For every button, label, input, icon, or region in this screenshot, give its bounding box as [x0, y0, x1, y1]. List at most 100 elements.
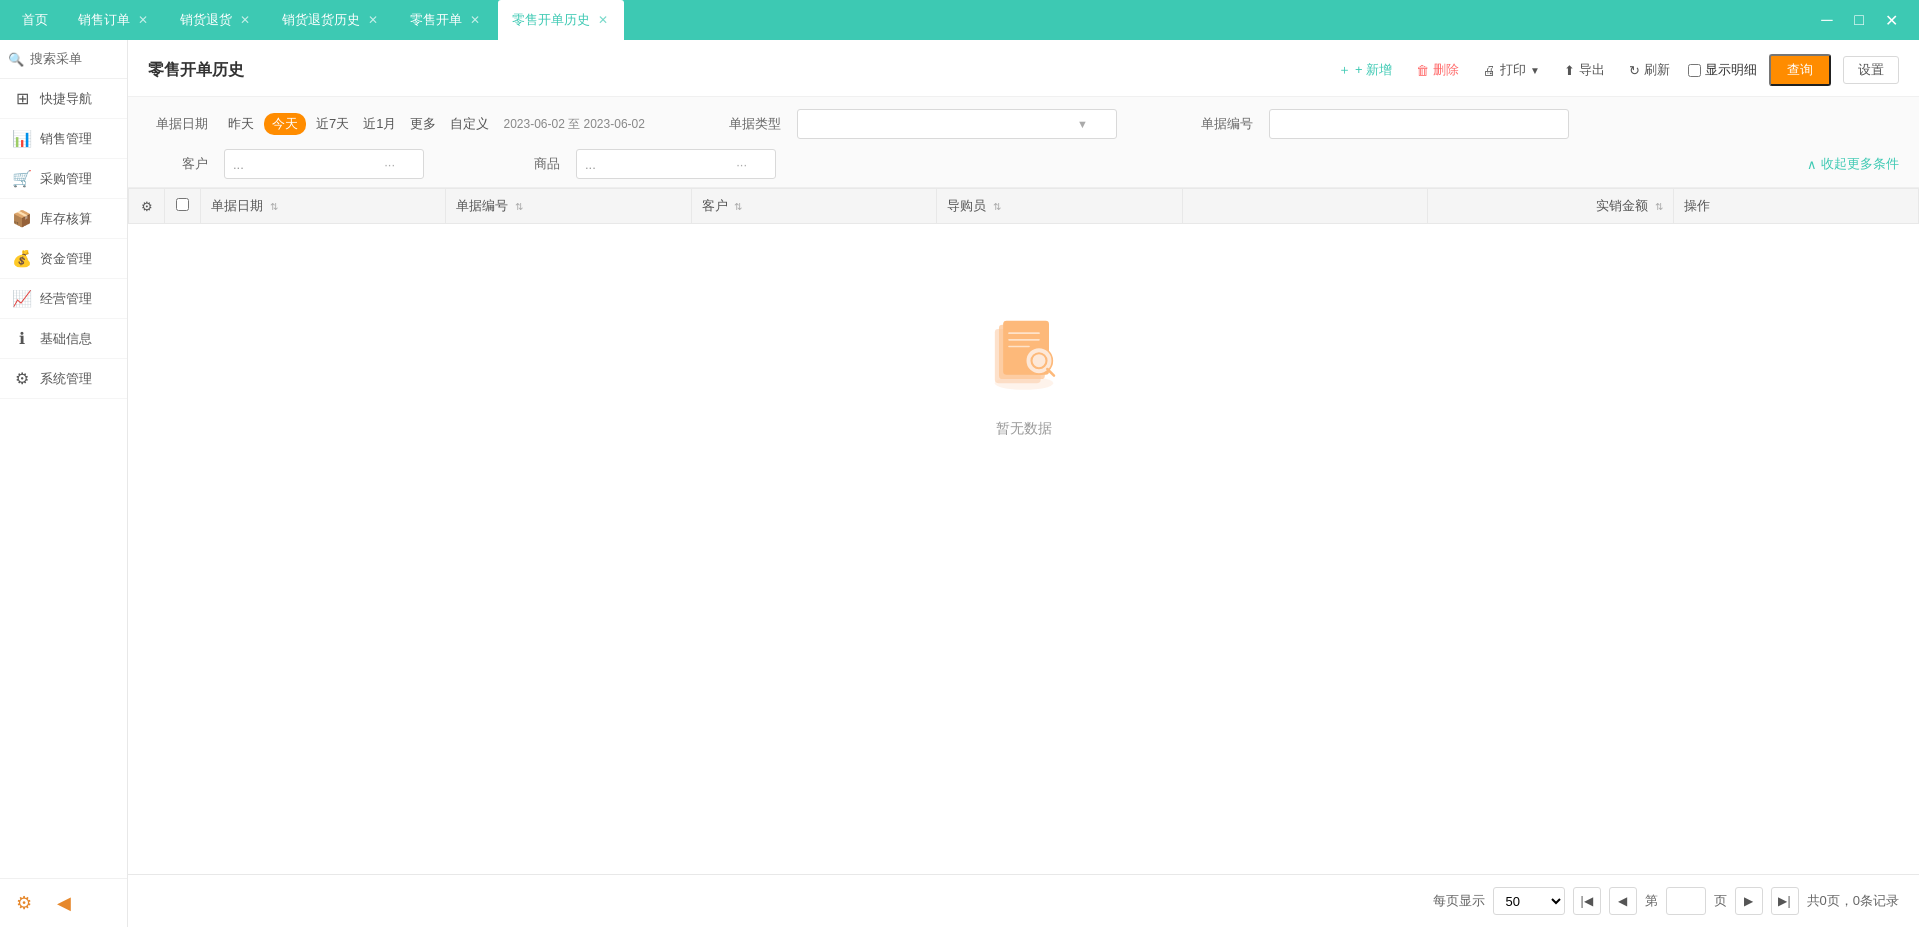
settings-button[interactable]: 设置: [1843, 56, 1899, 84]
sidebar-item-quick-nav[interactable]: ⊞ 快捷导航: [0, 79, 127, 119]
sort-guide-icon: ⇅: [993, 201, 1001, 212]
tab-sales-order[interactable]: 销售订单 ✕: [64, 0, 164, 40]
empty-text: 暂无数据: [996, 420, 1052, 438]
customer-label: 客户: [148, 155, 208, 173]
col-no[interactable]: 单据编号 ⇅: [446, 189, 691, 224]
display-detail-toggle[interactable]: 显示明细: [1688, 61, 1757, 79]
col-guide[interactable]: 导购员 ⇅: [937, 189, 1182, 224]
customer-select[interactable]: ... ···: [224, 149, 424, 179]
tab-sales-return-history-close[interactable]: ✕: [366, 13, 380, 27]
sort-amount-icon: ⇅: [1655, 201, 1663, 212]
export-icon: ⬆: [1564, 63, 1575, 78]
col-amount[interactable]: 实销金额 ⇅: [1428, 189, 1673, 224]
col-checkbox[interactable]: [165, 189, 201, 224]
page-unit: 页: [1714, 892, 1727, 910]
sort-no-icon: ⇅: [515, 201, 523, 212]
tab-home[interactable]: 首页: [8, 0, 62, 40]
last-page-button[interactable]: ▶|: [1771, 887, 1799, 915]
delete-button[interactable]: 🗑 删除: [1410, 58, 1465, 82]
sidebar-item-inventory[interactable]: 📦 库存核算: [0, 199, 127, 239]
total-info: 共0页，0条记录: [1807, 892, 1899, 910]
sidebar-settings-button[interactable]: ⚙: [8, 887, 40, 919]
inventory-icon: 📦: [12, 209, 32, 228]
collapse-button[interactable]: ∧ 收起更多条件: [1807, 155, 1899, 173]
sales-icon: 📊: [12, 129, 32, 148]
maximize-button[interactable]: □: [1847, 8, 1871, 32]
col-customer[interactable]: 客户 ⇅: [691, 189, 936, 224]
sidebar-item-basic-info[interactable]: ℹ 基础信息: [0, 319, 127, 359]
filter-section: 单据日期 昨天 今天 近7天 近1月 更多 自定义 2023-06-02 至 2…: [128, 97, 1919, 188]
delete-icon: 🗑: [1416, 63, 1429, 78]
page-title: 零售开单历史: [148, 60, 244, 81]
doc-no-input[interactable]: [1269, 109, 1569, 139]
tab-bar: 首页 销售订单 ✕ 销货退货 ✕ 销货退货历史 ✕ 零售开单 ✕ 零售开单历史 …: [8, 0, 1815, 40]
product-select[interactable]: ... ···: [576, 149, 776, 179]
query-button[interactable]: 查询: [1769, 54, 1831, 86]
date-today[interactable]: 今天: [264, 113, 306, 135]
empty-illustration: [974, 304, 1074, 404]
sidebar-bottom: ⚙ ◀: [0, 878, 127, 927]
doc-type-select[interactable]: ▼: [797, 109, 1117, 139]
sidebar-item-purchase-mgmt[interactable]: 🛒 采购管理: [0, 159, 127, 199]
sidebar-collapse-button[interactable]: ◀: [48, 887, 80, 919]
date-label: 单据日期: [148, 115, 208, 133]
tab-retail-open-history-close[interactable]: ✕: [596, 13, 610, 27]
collapse-icon: ∧: [1807, 157, 1817, 172]
per-page-label: 每页显示: [1433, 892, 1485, 910]
display-detail-checkbox[interactable]: [1688, 64, 1701, 77]
col-settings[interactable]: ⚙: [129, 189, 165, 224]
add-icon: ＋: [1338, 61, 1351, 79]
next-page-button[interactable]: ▶: [1735, 887, 1763, 915]
table-header: ⚙ 单据日期 ⇅ 单据编号 ⇅ 客户: [129, 189, 1919, 224]
first-page-button[interactable]: |◀: [1573, 887, 1601, 915]
tab-retail-open[interactable]: 零售开单 ✕: [396, 0, 496, 40]
col-date[interactable]: 单据日期 ⇅: [201, 189, 446, 224]
refresh-icon: ↻: [1629, 63, 1640, 78]
data-table: ⚙ 单据日期 ⇅ 单据编号 ⇅ 客户: [128, 188, 1919, 224]
sidebar-item-finance[interactable]: 💰 资金管理: [0, 239, 127, 279]
select-all-checkbox[interactable]: [176, 198, 189, 211]
per-page-select[interactable]: 10 20 50 100: [1493, 887, 1565, 915]
date-custom[interactable]: 自定义: [446, 113, 493, 135]
doc-no-label: 单据编号: [1193, 115, 1253, 133]
tab-sales-return-close[interactable]: ✕: [238, 13, 252, 27]
date-yesterday[interactable]: 昨天: [224, 113, 258, 135]
date-more[interactable]: 更多: [406, 113, 440, 135]
sidebar-item-sales-mgmt[interactable]: 📊 销售管理: [0, 119, 127, 159]
ops-icon: 📈: [12, 289, 32, 308]
customer-more-icon: ···: [384, 157, 395, 172]
empty-state: 暂无数据: [128, 224, 1919, 518]
sidebar-search[interactable]: 🔍 搜索采单: [0, 40, 127, 79]
close-button[interactable]: ✕: [1879, 8, 1903, 32]
export-button[interactable]: ⬆ 导出: [1558, 58, 1611, 82]
basic-info-icon: ℹ: [12, 329, 32, 348]
sidebar-item-sys-mgmt[interactable]: ⚙ 系统管理: [0, 359, 127, 399]
tab-retail-open-history[interactable]: 零售开单历史 ✕: [498, 0, 624, 40]
print-dropdown-icon: ▼: [1530, 65, 1540, 76]
filter-row-2: 客户 ... ··· 商品 ... ··· ∧ 收起更多条件: [148, 149, 1899, 179]
refresh-button[interactable]: ↻ 刷新: [1623, 58, 1676, 82]
toolbar: ＋ + 新增 🗑 删除 🖨 打印 ▼ ⬆ 导出 ↻: [1332, 54, 1899, 86]
table-container: ⚙ 单据日期 ⇅ 单据编号 ⇅ 客户: [128, 188, 1919, 874]
sys-mgmt-icon: ⚙: [12, 369, 32, 388]
minimize-button[interactable]: ─: [1815, 8, 1839, 32]
print-icon: 🖨: [1483, 63, 1496, 78]
top-nav: 首页 销售订单 ✕ 销货退货 ✕ 销货退货历史 ✕ 零售开单 ✕ 零售开单历史 …: [0, 0, 1919, 40]
tab-sales-return[interactable]: 销货退货 ✕: [166, 0, 266, 40]
date-1month[interactable]: 近1月: [359, 113, 400, 135]
page-input[interactable]: 1: [1666, 887, 1706, 915]
page-label: 第: [1645, 892, 1658, 910]
prev-page-button[interactable]: ◀: [1609, 887, 1637, 915]
col-middle: [1182, 189, 1427, 224]
tab-sales-order-close[interactable]: ✕: [136, 13, 150, 27]
product-label: 商品: [500, 155, 560, 173]
add-button[interactable]: ＋ + 新增: [1332, 58, 1398, 82]
sidebar: 🔍 搜索采单 ⊞ 快捷导航 📊 销售管理 🛒 采购管理 📦 库存核算 💰 资金管…: [0, 40, 128, 927]
sidebar-item-ops-mgmt[interactable]: 📈 经营管理: [0, 279, 127, 319]
page-header: 零售开单历史 ＋ + 新增 🗑 删除 🖨 打印 ▼ ⬆ 导出: [128, 40, 1919, 97]
filter-row-1: 单据日期 昨天 今天 近7天 近1月 更多 自定义 2023-06-02 至 2…: [148, 109, 1899, 139]
date-7days[interactable]: 近7天: [312, 113, 353, 135]
print-button[interactable]: 🖨 打印 ▼: [1477, 58, 1546, 82]
tab-retail-open-close[interactable]: ✕: [468, 13, 482, 27]
tab-sales-return-history[interactable]: 销货退货历史 ✕: [268, 0, 394, 40]
